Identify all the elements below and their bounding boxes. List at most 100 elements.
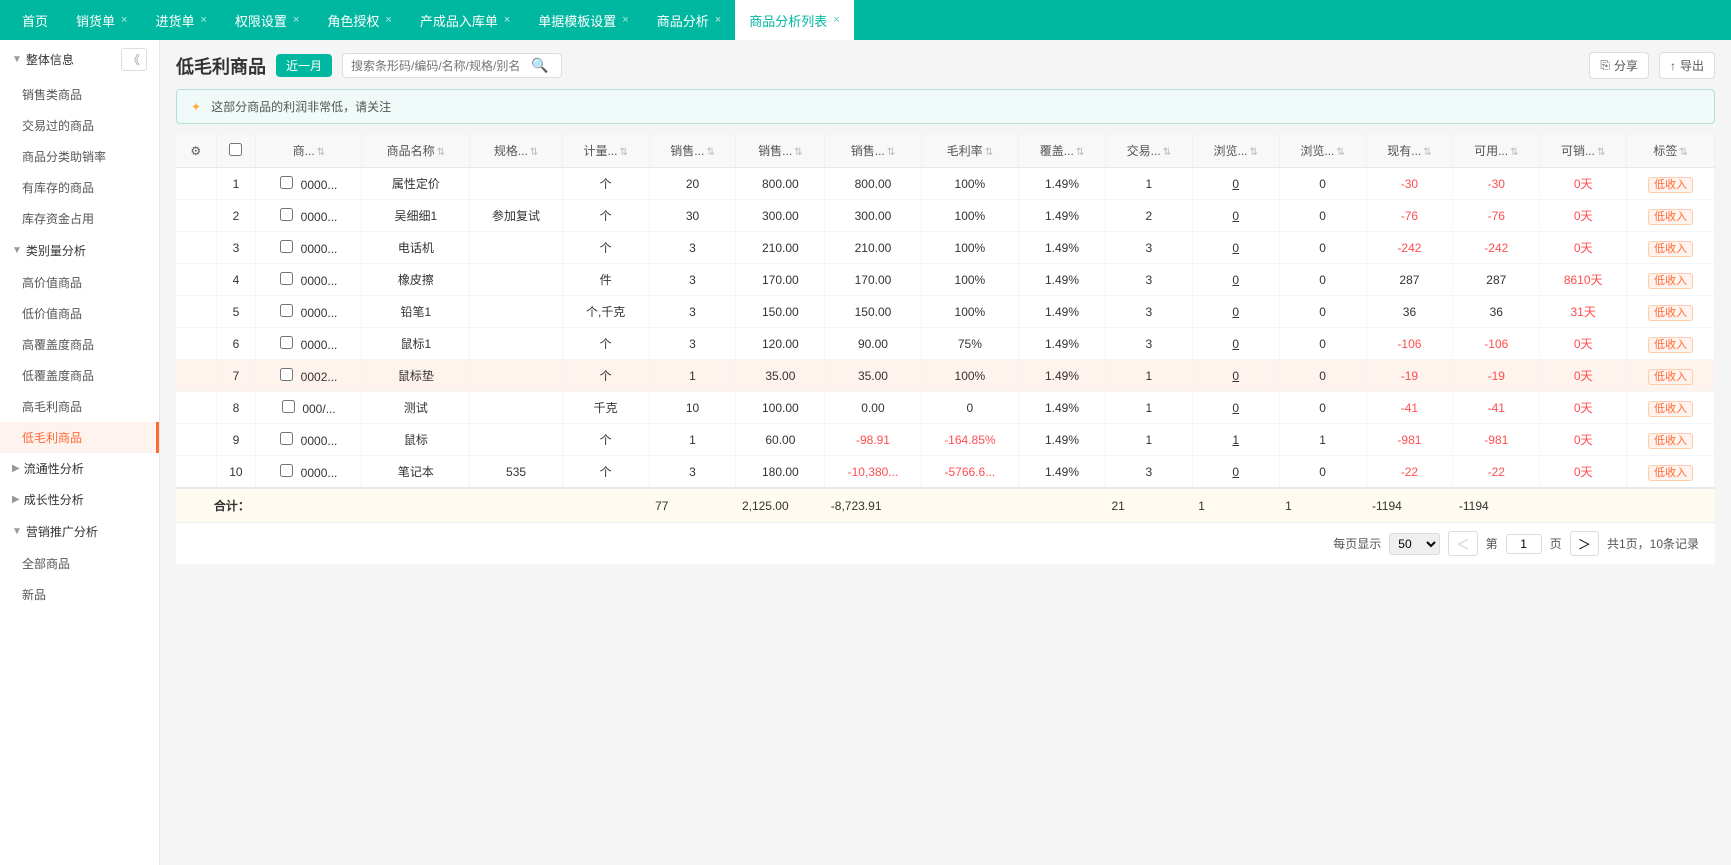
- row-checkbox-1[interactable]: [280, 208, 293, 221]
- row-code-6[interactable]: 0002...: [256, 360, 362, 392]
- sidebar-item-sales-category[interactable]: 销售类商品: [0, 79, 159, 110]
- nav-permission-close[interactable]: ×: [293, 14, 299, 26]
- sidebar-item-low-coverage[interactable]: 低覆盖度商品: [0, 360, 159, 391]
- col-browse2[interactable]: 浏览...⇅: [1279, 134, 1366, 168]
- row-settings-3: [176, 264, 216, 296]
- col-sales-profit[interactable]: 销售...⇅: [825, 134, 921, 168]
- nav-role-auth[interactable]: 角色授权 ×: [313, 0, 405, 40]
- row-checkbox-3[interactable]: [280, 272, 293, 285]
- sidebar-item-new-products[interactable]: 新品: [0, 579, 159, 610]
- col-cover-rate[interactable]: 覆盖...⇅: [1019, 134, 1106, 168]
- row-checkbox-7[interactable]: [282, 400, 295, 413]
- row-code-1[interactable]: 0000...: [256, 200, 362, 232]
- col-gross-rate[interactable]: 毛利率⇅: [921, 134, 1018, 168]
- row-browse1-2[interactable]: 0: [1192, 232, 1279, 264]
- row-current-stock-6: -19: [1366, 360, 1453, 392]
- row-settings-4: [176, 296, 216, 328]
- sidebar-item-high-margin[interactable]: 高毛利商品: [0, 391, 159, 422]
- date-filter-button[interactable]: 近一月: [276, 54, 332, 77]
- col-settings[interactable]: ⚙: [176, 134, 216, 168]
- export-button[interactable]: ↑ 导出: [1659, 52, 1715, 79]
- row-code-5[interactable]: 0000...: [256, 328, 362, 360]
- row-code-9[interactable]: 0000...: [256, 456, 362, 489]
- row-checkbox-2[interactable]: [280, 240, 293, 253]
- row-browse1-3[interactable]: 0: [1192, 264, 1279, 296]
- nav-permission[interactable]: 权限设置 ×: [221, 0, 313, 40]
- nav-product-analysis-close[interactable]: ×: [715, 14, 721, 26]
- nav-role-auth-close[interactable]: ×: [385, 14, 391, 26]
- row-browse1-6[interactable]: 0: [1192, 360, 1279, 392]
- row-browse1-5[interactable]: 0: [1192, 328, 1279, 360]
- sidebar-group-growth[interactable]: ▶ 成长性分析: [0, 484, 159, 515]
- row-code-7[interactable]: 000/...: [256, 392, 362, 424]
- sidebar-item-all-products[interactable]: 全部商品: [0, 548, 159, 579]
- col-sales-amt[interactable]: 销售...⇅: [736, 134, 825, 168]
- row-code-0[interactable]: 0000...: [256, 168, 362, 200]
- nav-product-storage[interactable]: 产成品入库单 ×: [406, 0, 524, 40]
- nav-sales-order[interactable]: 销货单 ×: [62, 0, 141, 40]
- search-icon[interactable]: 🔍: [531, 57, 548, 74]
- current-page-input[interactable]: [1506, 534, 1542, 554]
- col-sales-qty[interactable]: 销售...⇅: [649, 134, 736, 168]
- nav-template-settings[interactable]: 单据模板设置 ×: [524, 0, 642, 40]
- row-checkbox-4[interactable]: [280, 304, 293, 317]
- row-code-2[interactable]: 0000...: [256, 232, 362, 264]
- sidebar-item-low-value[interactable]: 低价值商品: [0, 298, 159, 329]
- sidebar-group-marketing[interactable]: ▼ 营销推广分析: [0, 515, 159, 548]
- row-checkbox-8[interactable]: [280, 432, 293, 445]
- col-tag[interactable]: 标签⇅: [1627, 134, 1715, 168]
- row-browse1-4[interactable]: 0: [1192, 296, 1279, 328]
- col-current-stock[interactable]: 现有...⇅: [1366, 134, 1453, 168]
- select-all-checkbox[interactable]: [229, 143, 242, 156]
- sidebar-item-high-value[interactable]: 高价值商品: [0, 267, 159, 298]
- nav-purchase-order[interactable]: 进货单 ×: [141, 0, 220, 40]
- col-trade-count[interactable]: 交易...⇅: [1105, 134, 1192, 168]
- col-sellable-days[interactable]: 可销...⇅: [1540, 134, 1627, 168]
- prev-page-button[interactable]: ＜: [1448, 531, 1477, 556]
- row-code-3[interactable]: 0000...: [256, 264, 362, 296]
- row-checkbox-5[interactable]: [280, 336, 293, 349]
- nav-product-analysis[interactable]: 商品分析 ×: [643, 0, 735, 40]
- nav-sales-order-close[interactable]: ×: [121, 14, 127, 26]
- sidebar-item-low-margin[interactable]: 低毛利商品: [0, 422, 159, 453]
- sidebar-item-high-coverage[interactable]: 高覆盖度商品: [0, 329, 159, 360]
- share-button[interactable]: ⎘ 分享: [1589, 52, 1649, 79]
- row-gross-rate-1: 100%: [921, 200, 1018, 232]
- row-cover-rate-3: 1.49%: [1019, 264, 1106, 296]
- sidebar-item-traded-goods[interactable]: 交易过的商品: [0, 110, 159, 141]
- nav-product-storage-close[interactable]: ×: [504, 14, 510, 26]
- sidebar-group-overall[interactable]: ▼ 整体信息 《: [0, 40, 159, 79]
- nav-product-analysis-list[interactable]: 商品分析列表 ×: [735, 0, 853, 40]
- nav-purchase-order-close[interactable]: ×: [200, 14, 206, 26]
- nav-product-analysis-list-close[interactable]: ×: [833, 14, 839, 26]
- row-browse1-0[interactable]: 0: [1192, 168, 1279, 200]
- row-checkbox-9[interactable]: [280, 464, 293, 477]
- sidebar-item-category-sales-rate[interactable]: 商品分类助销率: [0, 141, 159, 172]
- col-spec[interactable]: 规格...⇅: [470, 134, 562, 168]
- col-browse1[interactable]: 浏览...⇅: [1192, 134, 1279, 168]
- sidebar-item-inventory-capital[interactable]: 库存资金占用: [0, 203, 159, 234]
- row-browse1-1[interactable]: 0: [1192, 200, 1279, 232]
- sidebar-group-category-analysis[interactable]: ▼ 类别量分析: [0, 234, 159, 267]
- search-input[interactable]: [351, 59, 531, 73]
- data-table-wrapper: ⚙ 商...⇅ 商品名称⇅ 规格...⇅ 计量...⇅ 销售...⇅ 销售...…: [176, 134, 1715, 522]
- nav-home[interactable]: 首页: [8, 0, 62, 40]
- col-name[interactable]: 商品名称⇅: [362, 134, 470, 168]
- row-browse1-7[interactable]: 0: [1192, 392, 1279, 424]
- col-unit[interactable]: 计量...⇅: [562, 134, 649, 168]
- next-page-button[interactable]: ＞: [1570, 531, 1599, 556]
- row-checkbox-6[interactable]: [280, 368, 293, 381]
- page-size-select[interactable]: 50 100 200: [1389, 533, 1440, 555]
- row-browse1-9[interactable]: 0: [1192, 456, 1279, 489]
- row-trade-count-6: 1: [1105, 360, 1192, 392]
- col-available-stock[interactable]: 可用...⇅: [1453, 134, 1540, 168]
- sidebar-item-in-stock[interactable]: 有库存的商品: [0, 172, 159, 203]
- row-browse1-8[interactable]: 1: [1192, 424, 1279, 456]
- sidebar-group-circulation[interactable]: ▶ 流通性分析: [0, 453, 159, 484]
- nav-template-close[interactable]: ×: [622, 14, 628, 26]
- row-code-4[interactable]: 0000...: [256, 296, 362, 328]
- col-code[interactable]: 商...⇅: [256, 134, 362, 168]
- sidebar-collapse-btn[interactable]: 《: [121, 48, 147, 71]
- row-code-8[interactable]: 0000...: [256, 424, 362, 456]
- row-checkbox-0[interactable]: [280, 176, 293, 189]
